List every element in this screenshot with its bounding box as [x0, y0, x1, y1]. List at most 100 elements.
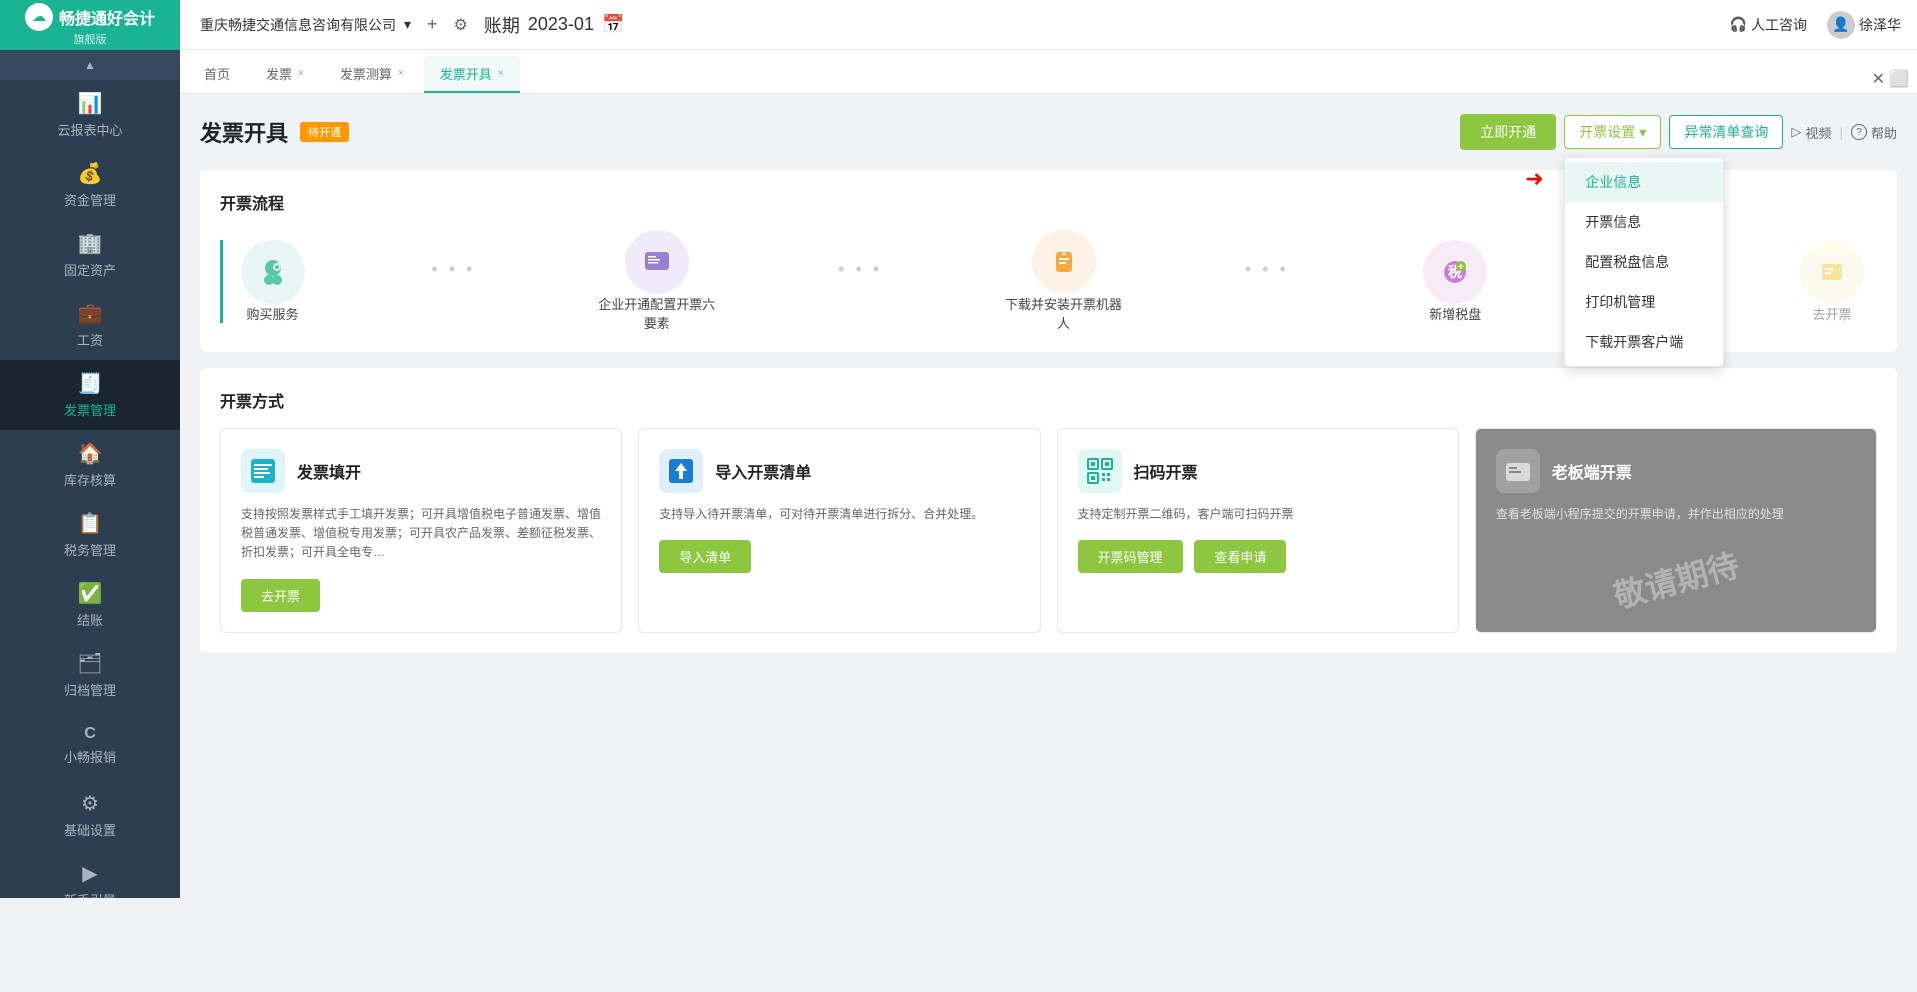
sidebar-item-fixed-assets[interactable]: 🏢 固定资产 — [0, 220, 180, 290]
sidebar: ▲ 📊 云报表中心 💰 资金管理 🏢 固定资产 💼 工资 🧾 发票管理 🏠 库存… — [0, 50, 180, 898]
flow-step-1: 购买服务 — [220, 240, 310, 323]
sidebar-label: 固定资产 — [64, 260, 116, 279]
calendar-icon[interactable]: 📅 — [602, 14, 624, 35]
sidebar-item-invoice-mgmt[interactable]: 🧾 发票管理 — [0, 360, 180, 430]
tab-invoice-calc[interactable]: 发票测算 × — [324, 56, 420, 93]
cloud-report-icon: 📊 — [78, 91, 103, 116]
fill-invoice-icon — [241, 449, 285, 493]
consulting-btn[interactable]: 🎧 人工咨询 — [1730, 15, 1807, 35]
sidebar-scroll-up[interactable]: ▲ — [0, 50, 180, 80]
step1-label: 购买服务 — [246, 304, 298, 323]
import-invoice-icon — [659, 449, 703, 493]
settings-dropdown-menu: ➜ 企业信息 开票信息 配置税盘信息 打印机管理 下载开票客户端 — [1564, 157, 1724, 367]
add-icon[interactable]: + — [427, 14, 438, 35]
sidebar-label: 小畅报销 — [64, 747, 116, 766]
boss-invoice-title: 老板端开票 — [1552, 459, 1632, 483]
step5-icon — [1800, 240, 1864, 304]
avatar-icon: 👤 — [1827, 11, 1855, 39]
tab-close-btn[interactable]: ✕ — [1872, 69, 1885, 89]
settlement-icon: ✅ — [78, 581, 103, 606]
tab-invoice[interactable]: 发票 × — [250, 56, 320, 93]
tab-invoice-issue[interactable]: 发票开具 × — [424, 56, 520, 93]
sidebar-label: 资金管理 — [64, 190, 116, 209]
import-invoice-desc: 支持导入待开票清单，可对待开票清单进行拆分、合并处理。 — [659, 505, 1019, 524]
tab-invoice-calc-close[interactable]: × — [398, 68, 404, 79]
help-btn[interactable]: ? 帮助 — [1851, 123, 1897, 142]
tab-bar: 首页 发票 × 发票测算 × 发票开具 × ✕ ⬜ — [180, 50, 1917, 94]
sidebar-item-fund-mgmt[interactable]: 💰 资金管理 — [0, 150, 180, 220]
dropdown-item-tax-disk-config[interactable]: 配置税盘信息 — [1565, 242, 1723, 282]
sidebar-label: 库存核算 — [64, 470, 116, 489]
scan-invoice-desc: 支持定制开票二维码，客户端可扫码开票 — [1078, 505, 1438, 524]
user-menu[interactable]: 👤 徐泽华 — [1827, 11, 1901, 39]
exception-btn[interactable]: 异常清单查询 — [1669, 115, 1783, 149]
scan-invoice-btn1[interactable]: 开票码管理 — [1078, 540, 1183, 573]
sidebar-item-inventory[interactable]: 🏠 库存核算 — [0, 430, 180, 500]
method-card-import-invoice: 导入开票清单 支持导入待开票清单，可对待开票清单进行拆分、合并处理。 导入清单 — [638, 428, 1040, 633]
sidebar-item-report-sales[interactable]: C 小畅报销 — [0, 710, 180, 780]
status-badge: 待开通 — [300, 122, 349, 142]
sidebar-label: 基础设置 — [64, 820, 116, 839]
fill-invoice-desc: 支持按照发票样式手工填开发票；可开具增值税电子普通发票、增值税普通发票、增值税专… — [241, 505, 601, 563]
tab-home[interactable]: 首页 — [188, 56, 246, 93]
logo-sub: 旗舰版 — [73, 31, 106, 47]
video-play-icon: ▷ — [1791, 124, 1801, 140]
video-btn[interactable]: ▷ 视频 — [1791, 123, 1831, 142]
import-invoice-btn[interactable]: 导入清单 — [659, 540, 751, 573]
period-label: 账期 2023-01 📅 — [484, 12, 624, 38]
sidebar-item-tax-mgmt[interactable]: 📋 税务管理 — [0, 500, 180, 570]
tab-invoice-close[interactable]: × — [298, 68, 304, 79]
sidebar-item-settlement[interactable]: ✅ 结账 — [0, 570, 180, 640]
main-content: 发票开具 待开通 立即开通 开票设置 ▾ ➜ 企业信息 开票信息 配置税盘信息 … — [180, 94, 1917, 898]
company-name: 重庆畅捷交通信息咨询有限公司 — [200, 15, 396, 35]
page-header-actions: 立即开通 开票设置 ▾ ➜ 企业信息 开票信息 配置税盘信息 打印机管理 下载开… — [1460, 114, 1897, 150]
tab-expand-btn[interactable]: ⬜ — [1889, 69, 1909, 89]
dropdown-item-invoice-info[interactable]: 开票信息 — [1565, 202, 1723, 242]
company-selector[interactable]: 重庆畅捷交通信息咨询有限公司 ▾ — [200, 15, 411, 35]
svg-text:+: + — [1458, 262, 1464, 273]
chevron-down-icon: ▾ — [1639, 124, 1646, 141]
sidebar-item-salary[interactable]: 💼 工资 — [0, 290, 180, 360]
sidebar-item-cloud-report[interactable]: 📊 云报表中心 — [0, 80, 180, 150]
tab-invoice-issue-close[interactable]: × — [498, 68, 504, 79]
method-section-title: 开票方式 — [220, 388, 1877, 412]
settings-btn[interactable]: 开票设置 ▾ — [1564, 115, 1661, 149]
gear-icon[interactable]: ⚙ — [454, 15, 468, 35]
method-card-boss-invoice: 老板端开票 查看老板端小程序提交的开票申请，并作出相应的处理 敬请期待 — [1475, 428, 1877, 633]
sidebar-item-archive-mgmt[interactable]: 🗂 归档管理 — [0, 640, 180, 710]
settings-dropdown-wrapper: 开票设置 ▾ ➜ 企业信息 开票信息 配置税盘信息 打印机管理 下载开票客户端 — [1564, 115, 1661, 149]
sidebar-item-new-guide[interactable]: ▶ 新手引导 — [0, 850, 180, 898]
step5-label: 去开票 — [1812, 304, 1851, 323]
dropdown-item-download-client[interactable]: 下载开票客户端 — [1565, 322, 1723, 362]
sidebar-item-basic-settings[interactable]: ⚙ 基础设置 — [0, 780, 180, 850]
activate-btn[interactable]: 立即开通 — [1460, 114, 1556, 150]
step4-label: 新增税盘 — [1429, 304, 1481, 323]
page-header: 发票开具 待开通 立即开通 开票设置 ▾ ➜ 企业信息 开票信息 配置税盘信息 … — [200, 114, 1897, 150]
basic-settings-icon: ⚙ — [81, 791, 99, 816]
scan-invoice-title: 扫码开票 — [1134, 459, 1198, 483]
sidebar-label: 税务管理 — [64, 540, 116, 559]
fund-mgmt-icon: 💰 — [78, 161, 103, 186]
tab-invoice-issue-label: 发票开具 — [440, 64, 492, 83]
scan-invoice-header: 扫码开票 — [1078, 449, 1438, 493]
method-card-scan-invoice: 扫码开票 支持定制开票二维码，客户端可扫码开票 开票码管理 查看申请 — [1057, 428, 1459, 633]
chevron-down-icon: ▾ — [404, 16, 411, 33]
tab-home-label: 首页 — [204, 64, 230, 83]
top-bar: ☁ 畅捷通好会计 旗舰版 重庆畅捷交通信息咨询有限公司 ▾ + ⚙ 账期 202… — [0, 0, 1917, 50]
fill-invoice-btn[interactable]: 去开票 — [241, 579, 320, 612]
scan-invoice-btn2[interactable]: 查看申请 — [1194, 540, 1286, 573]
inventory-icon: 🏠 — [78, 441, 103, 466]
top-actions: + ⚙ 账期 2023-01 📅 — [427, 12, 624, 38]
dropdown-item-company-info[interactable]: 企业信息 — [1565, 162, 1723, 202]
watermark-text: 敬请期待 — [1608, 540, 1744, 618]
logo-area: ☁ 畅捷通好会计 旗舰版 — [0, 0, 180, 50]
tax-mgmt-icon: 📋 — [78, 511, 103, 536]
fixed-assets-icon: 🏢 — [78, 231, 103, 256]
fill-invoice-header: 发票填开 — [241, 449, 601, 493]
report-sales-icon: C — [84, 725, 96, 743]
new-guide-icon: ▶ — [82, 861, 97, 886]
logo-text: 畅捷通好会计 — [59, 5, 155, 29]
sidebar-label: 归档管理 — [64, 680, 116, 699]
scan-invoice-icon — [1078, 449, 1122, 493]
dropdown-item-printer-mgmt[interactable]: 打印机管理 — [1565, 282, 1723, 322]
